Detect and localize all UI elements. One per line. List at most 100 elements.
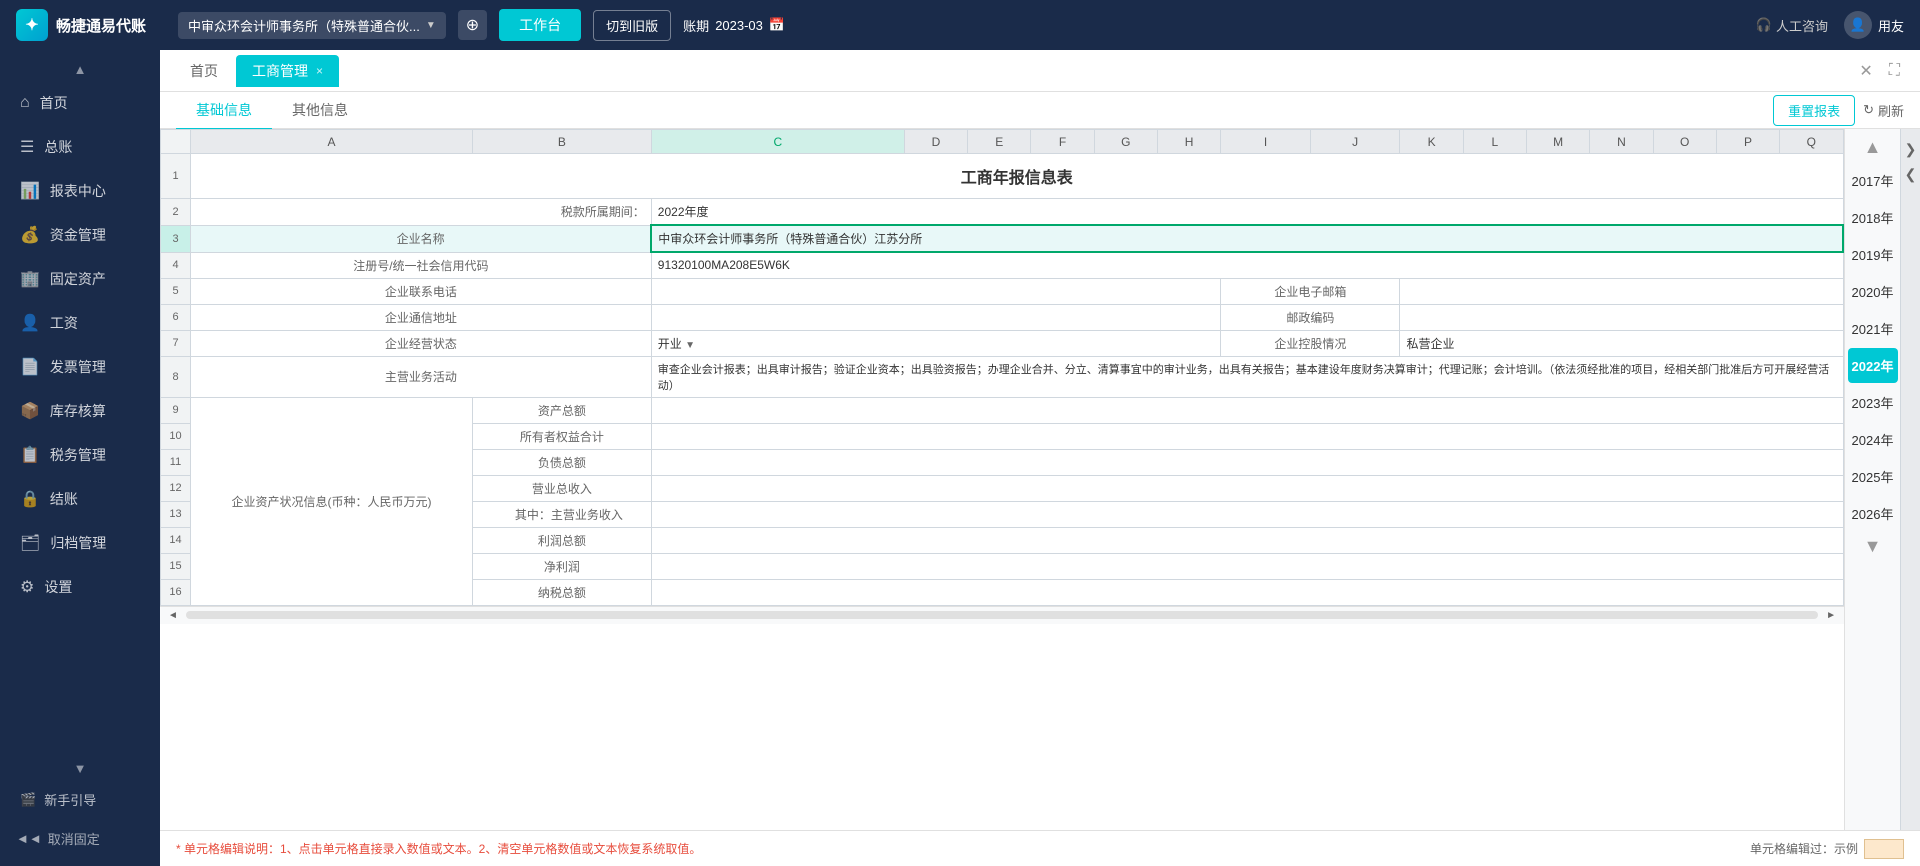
scroll-right-button[interactable]: ► — [1822, 610, 1840, 621]
tab-gongshang[interactable]: 工商管理 × — [236, 55, 339, 87]
sidebar-item-settings[interactable]: ⚙ 设置 — [0, 565, 160, 609]
service-label: 人工咨询 — [1776, 16, 1828, 35]
sidebar-item-ledger[interactable]: ☰ 总账 — [0, 125, 160, 169]
top-bar: ✦ 畅捷通易代账 中审众环会计师事务所（特殊普通合伙... ▼ ⊕ 工作台 切到… — [0, 0, 1920, 50]
col-M[interactable]: M — [1527, 130, 1590, 154]
new-guide-label: 新手引导 — [44, 790, 96, 809]
period-value-cell[interactable]: 2022年度 — [651, 199, 1843, 226]
tab-home[interactable]: 首页 — [176, 53, 232, 89]
tax-total-value-cell[interactable] — [651, 579, 1843, 605]
net-profit-value-cell[interactable] — [651, 553, 1843, 579]
spreadsheet-title[interactable]: 工商年报信息表 — [191, 154, 1844, 199]
year-2022[interactable]: 2022年 — [1848, 348, 1898, 383]
new-guide-button[interactable]: 🎬 新手引导 — [0, 780, 160, 819]
asset-info-label: 企业资产状况信息(币种：人民币万元) — [191, 397, 473, 605]
postcode-label: 邮政编码 — [1221, 304, 1400, 330]
user-avatar: 👤 — [1844, 11, 1872, 39]
sub-tab-basic[interactable]: 基础信息 — [176, 92, 272, 130]
col-K[interactable]: K — [1400, 130, 1463, 154]
company-value-cell[interactable]: 中审众环会计师事务所（特殊普通合伙）江苏分所 — [651, 225, 1843, 252]
workbench-button[interactable]: 工作台 — [499, 9, 581, 41]
col-Q[interactable]: Q — [1780, 130, 1843, 154]
year-2026[interactable]: 2026年 — [1848, 496, 1898, 531]
sidebar-item-invoices[interactable]: 📄 发票管理 — [0, 345, 160, 389]
year-down-button[interactable]: ▼ — [1860, 532, 1886, 561]
sidebar-item-tax[interactable]: 📋 税务管理 — [0, 433, 160, 477]
liabilities-value-cell[interactable] — [651, 449, 1843, 475]
col-D[interactable]: D — [904, 130, 967, 154]
year-2017[interactable]: 2017年 — [1848, 163, 1898, 198]
sidebar-scroll-down[interactable]: ▼ — [0, 757, 160, 780]
horizontal-scrollbar[interactable]: ◄ ► — [160, 606, 1844, 624]
service-button[interactable]: 🎧 人工咨询 — [1756, 16, 1828, 35]
col-C[interactable]: C — [651, 130, 904, 154]
scroll-track[interactable] — [186, 611, 1818, 619]
year-2019[interactable]: 2019年 — [1848, 237, 1898, 272]
tab-close-icon[interactable]: × — [316, 64, 323, 78]
control-value-cell[interactable]: 私营企业 — [1400, 330, 1843, 356]
year-2023[interactable]: 2023年 — [1848, 385, 1898, 420]
window-close-button[interactable]: ✕ — [1855, 59, 1876, 83]
year-2025[interactable]: 2025年 — [1848, 459, 1898, 494]
col-N[interactable]: N — [1590, 130, 1653, 154]
col-H[interactable]: H — [1157, 130, 1220, 154]
row-num-12: 12 — [161, 475, 191, 501]
main-revenue-value-cell[interactable] — [651, 501, 1843, 527]
col-O[interactable]: O — [1653, 130, 1716, 154]
bottom-bar: * 单元格编辑说明：1、点击单元格直接录入数值或文本。2、清空单元格数值或文本恢… — [160, 830, 1920, 866]
sidebar-item-funds[interactable]: 💰 资金管理 — [0, 213, 160, 257]
equity-value-cell[interactable] — [651, 423, 1843, 449]
sidebar-item-home[interactable]: ⌂ 首页 — [0, 81, 160, 125]
email-value-cell[interactable] — [1400, 278, 1843, 304]
old-version-button[interactable]: 切到旧版 — [593, 10, 671, 41]
postcode-value-cell[interactable] — [1400, 304, 1843, 330]
sidebar-item-wages[interactable]: 👤 工资 — [0, 301, 160, 345]
copy-button[interactable]: ⊕ — [458, 10, 487, 40]
row-num-7: 7 — [161, 330, 191, 356]
spreadsheet-container[interactable]: A B C D E F G H I J K L M — [160, 129, 1844, 830]
expand-right-button[interactable]: ❮ — [1901, 162, 1920, 187]
sidebar-scroll-up[interactable]: ▲ — [0, 58, 160, 81]
col-F[interactable]: F — [1031, 130, 1094, 154]
row-num-14: 14 — [161, 527, 191, 553]
phone-value-cell[interactable] — [651, 278, 1220, 304]
col-I[interactable]: I — [1221, 130, 1311, 154]
reset-button[interactable]: 重置报表 — [1773, 95, 1855, 126]
cancel-fix-button[interactable]: ◄◄ 取消固定 — [0, 819, 160, 858]
sidebar-item-assets[interactable]: 🏢 固定资产 — [0, 257, 160, 301]
row-num-11: 11 — [161, 449, 191, 475]
scroll-left-button[interactable]: ◄ — [164, 610, 182, 621]
refresh-button[interactable]: ↻ 刷新 — [1863, 101, 1904, 120]
year-up-button[interactable]: ▲ — [1860, 133, 1886, 162]
year-2018[interactable]: 2018年 — [1848, 200, 1898, 235]
address-value-cell[interactable] — [651, 304, 1220, 330]
sub-tab-other[interactable]: 其他信息 — [272, 92, 368, 130]
sidebar-item-inventory[interactable]: 📦 库存核算 — [0, 389, 160, 433]
col-L[interactable]: L — [1463, 130, 1526, 154]
collapse-right-button[interactable]: ❯ — [1901, 137, 1920, 162]
status-value-cell[interactable]: 开业 ▼ — [651, 330, 1220, 356]
company-selector[interactable]: 中审众环会计师事务所（特殊普通合伙... ▼ — [178, 12, 446, 39]
year-2021[interactable]: 2021年 — [1848, 311, 1898, 346]
revenue-value-cell[interactable] — [651, 475, 1843, 501]
col-E[interactable]: E — [968, 130, 1031, 154]
sidebar-item-closing[interactable]: 🔒 结账 — [0, 477, 160, 521]
calendar-icon[interactable]: 📅 — [769, 17, 785, 33]
business-value-cell[interactable]: 审查企业会计报表；出具审计报告；验证企业资本；出具验资报告；办理企业合并、分立、… — [651, 356, 1843, 397]
window-expand-button[interactable]: ⛶ — [1885, 60, 1904, 82]
col-B[interactable]: B — [473, 130, 652, 154]
col-P[interactable]: P — [1716, 130, 1779, 154]
profit-value-cell[interactable] — [651, 527, 1843, 553]
col-G[interactable]: G — [1094, 130, 1157, 154]
user-area[interactable]: 👤 用友 — [1844, 11, 1904, 39]
sidebar-item-archive[interactable]: 🗂 归档管理 — [0, 521, 160, 565]
sidebar-item-reports[interactable]: 📊 报表中心 — [0, 169, 160, 213]
year-2024[interactable]: 2024年 — [1848, 422, 1898, 457]
year-2020[interactable]: 2020年 — [1848, 274, 1898, 309]
reg-value-cell[interactable]: 91320100MA208E5W6K — [651, 252, 1843, 278]
assets-value-cell[interactable] — [651, 397, 1843, 423]
archive-icon: 🗂 — [20, 533, 40, 553]
toolbar: 重置报表 ↻ 刷新 — [1773, 95, 1904, 126]
col-A[interactable]: A — [191, 130, 473, 154]
col-J[interactable]: J — [1310, 130, 1400, 154]
